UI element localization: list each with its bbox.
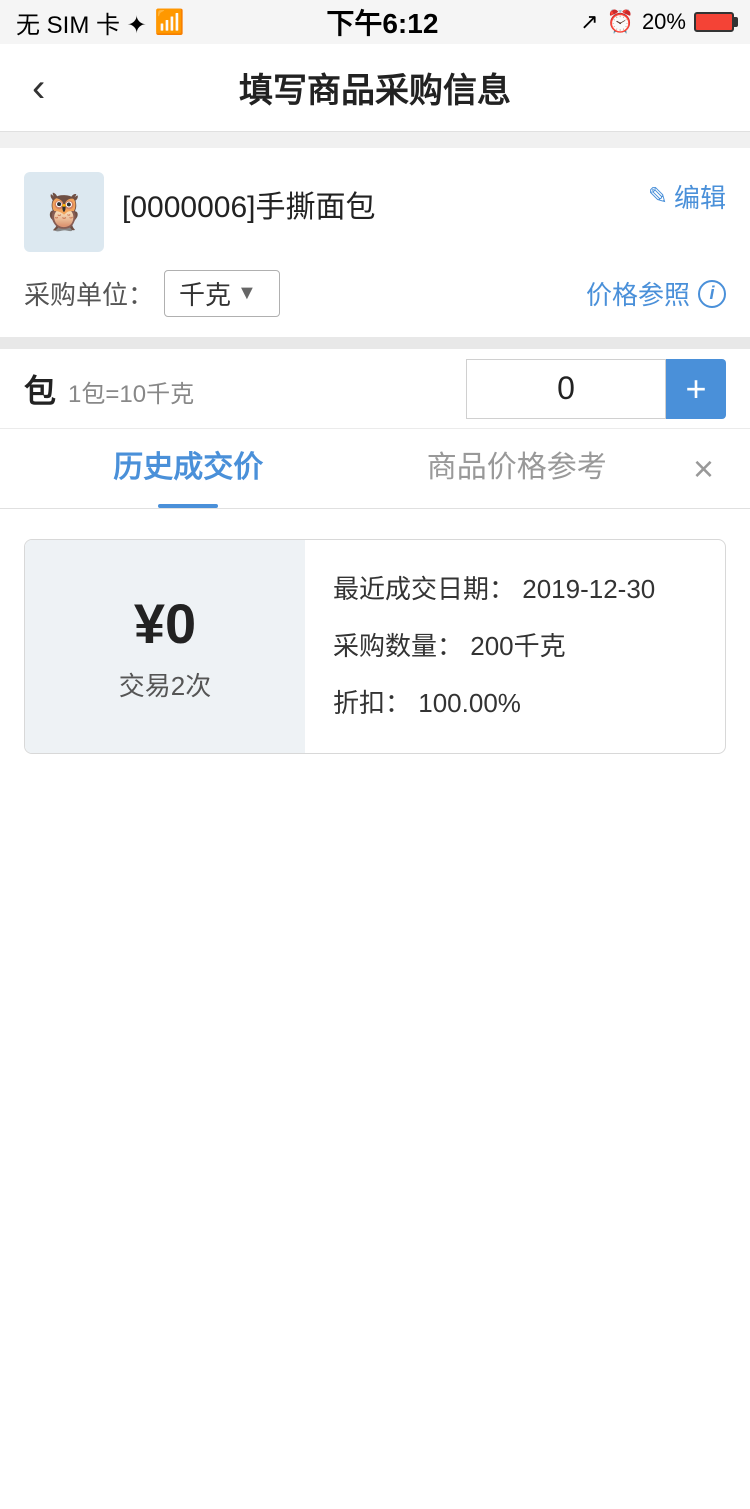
- history-card: ¥0 交易2次 最近成交日期： 2019-12-30 采购数量： 200千克 折…: [24, 539, 726, 754]
- quantity-control: 0 +: [466, 359, 726, 419]
- tabs-bar: 历史成交价 商品价格参考 ×: [0, 429, 750, 509]
- panel-content: ¥0 交易2次 最近成交日期： 2019-12-30 采购数量： 200千克 折…: [0, 509, 750, 909]
- back-button[interactable]: ‹: [24, 60, 53, 116]
- history-price-value: ¥0: [134, 591, 196, 656]
- wifi-icon: 📶: [155, 8, 185, 37]
- battery-icon: [694, 12, 734, 32]
- recent-date-value: 2019-12-30: [522, 574, 655, 604]
- quantity-unit: 包: [24, 366, 56, 412]
- edit-button[interactable]: ✎ 编辑: [648, 178, 726, 215]
- purchase-unit-label: 采购单位：: [24, 275, 154, 312]
- purchase-quantity-row: 采购数量： 200千克: [333, 627, 697, 666]
- section-divider: [0, 337, 750, 349]
- bottom-space: [0, 909, 750, 1509]
- product-header: 🦉 [0000006]手撕面包 ✎ 编辑: [24, 172, 726, 252]
- quantity-conversion: 1包=10千克: [68, 374, 194, 409]
- product-card: 🦉 [0000006]手撕面包 ✎ 编辑 采购单位： 千克 ▼ 价格参照 i: [0, 148, 750, 337]
- sim-label: 无 SIM 卡 ✦: [16, 5, 147, 40]
- tab-active-indicator: [158, 504, 218, 508]
- status-right: ↗ ⏰ 20%: [580, 9, 734, 35]
- status-time: 下午6:12: [326, 2, 438, 42]
- purchase-quantity-label: 采购数量：: [333, 631, 463, 661]
- discount-value: 100.00%: [418, 688, 521, 718]
- status-left: 无 SIM 卡 ✦ 📶: [16, 5, 185, 40]
- plus-icon: +: [685, 368, 706, 410]
- product-left: 🦉 [0000006]手撕面包: [24, 172, 375, 252]
- product-name: [0000006]手撕面包: [122, 182, 375, 226]
- quantity-value: 0: [557, 370, 575, 407]
- quantity-plus-button[interactable]: +: [666, 359, 726, 419]
- product-logo-icon: 🦉: [42, 191, 87, 233]
- quantity-row: 包 1包=10千克 0 +: [0, 349, 750, 429]
- tab-history-price-label: 历史成交价: [113, 442, 263, 496]
- quantity-label: 包 1包=10千克: [24, 366, 194, 412]
- product-footer: 采购单位： 千克 ▼ 价格参照 i: [24, 270, 726, 317]
- quantity-input[interactable]: 0: [466, 359, 666, 419]
- alarm-icon: ⏰: [607, 9, 634, 35]
- purchase-quantity-value: 200千克: [470, 631, 565, 661]
- edit-icon: ✎: [648, 182, 668, 211]
- recent-date-label: 最近成交日期：: [333, 574, 515, 604]
- page-title: 填写商品采购信息: [239, 63, 511, 112]
- battery-pct: 20%: [642, 9, 686, 35]
- tab-history-price[interactable]: 历史成交价: [24, 429, 352, 508]
- price-ref-label: 价格参照: [586, 275, 690, 312]
- close-panel-button[interactable]: ×: [681, 443, 726, 495]
- discount-label: 折扣：: [333, 688, 411, 718]
- unit-value: 千克: [179, 275, 231, 312]
- location-icon: ↗: [580, 9, 598, 35]
- history-price-left: ¥0 交易2次: [25, 540, 305, 753]
- nav-bar: ‹ 填写商品采购信息: [0, 44, 750, 132]
- history-details-right: 最近成交日期： 2019-12-30 采购数量： 200千克 折扣： 100.0…: [305, 540, 725, 753]
- trade-count: 交易2次: [119, 666, 211, 703]
- tab-product-price-ref[interactable]: 商品价格参考: [352, 429, 680, 508]
- status-bar: 无 SIM 卡 ✦ 📶 下午6:12 ↗ ⏰ 20%: [0, 0, 750, 44]
- price-reference-button[interactable]: 价格参照 i: [586, 275, 726, 312]
- unit-select-dropdown[interactable]: 千克 ▼: [164, 270, 280, 317]
- discount-row: 折扣： 100.00%: [333, 684, 697, 723]
- edit-label: 编辑: [674, 178, 726, 215]
- dropdown-arrow-icon: ▼: [237, 282, 257, 305]
- info-circle-icon: i: [698, 280, 726, 308]
- tab-product-price-ref-label: 商品价格参考: [427, 442, 607, 496]
- product-thumbnail: 🦉: [24, 172, 104, 252]
- purchase-unit: 采购单位： 千克 ▼: [24, 270, 280, 317]
- recent-date-row: 最近成交日期： 2019-12-30: [333, 570, 697, 609]
